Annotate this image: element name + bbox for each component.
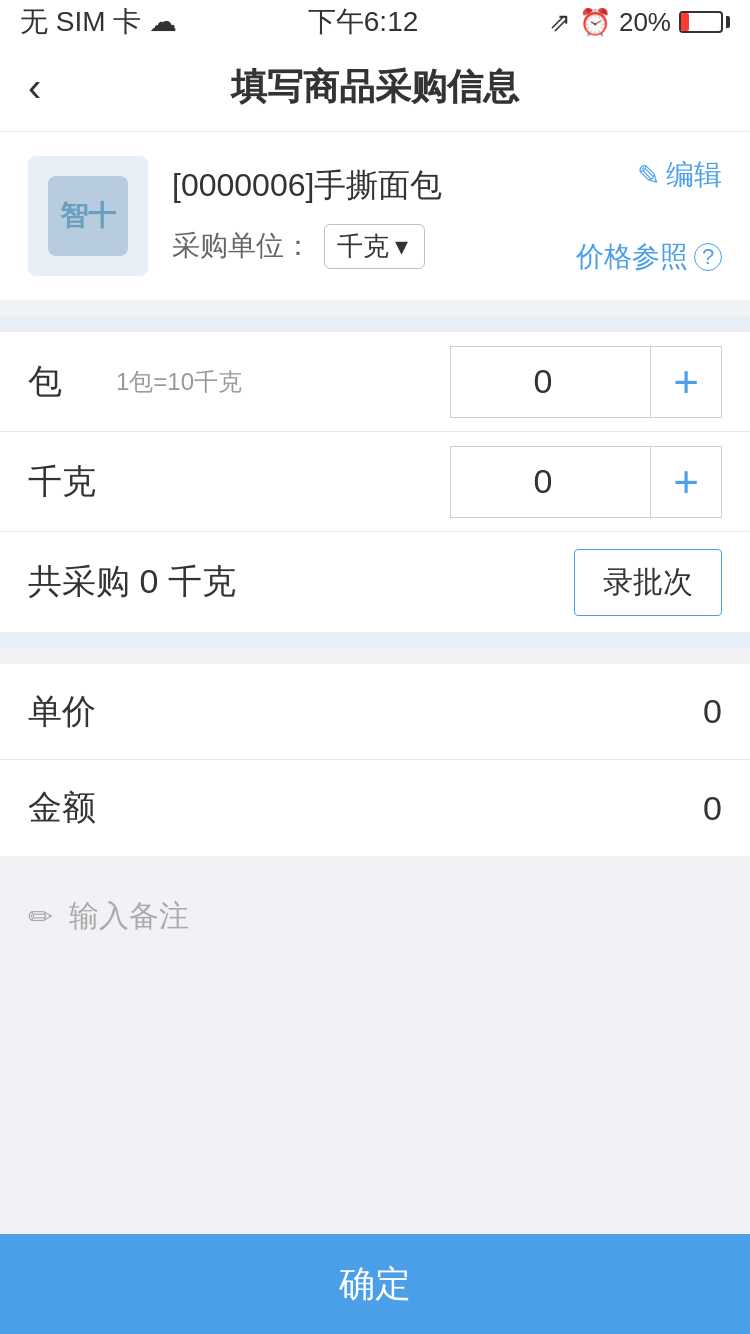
product-image: 智十: [28, 156, 148, 276]
pencil-icon: ✏: [28, 899, 53, 934]
kg-input[interactable]: [450, 446, 650, 518]
unit-select[interactable]: 千克 ▾: [324, 224, 425, 269]
unit-value: 千克: [337, 229, 389, 264]
pack-control: +: [450, 346, 722, 418]
batch-button[interactable]: 录批次: [574, 549, 722, 616]
remark-placeholder: 输入备注: [69, 896, 189, 937]
kg-plus-button[interactable]: +: [650, 446, 722, 518]
amount-row: 金额 0: [0, 760, 750, 856]
product-card: 智十 [0000006]手撕面包 采购单位： 千克 ▾ ✎ 编辑 价格参照 ?: [0, 132, 750, 300]
pack-sub: 1包=10千克: [116, 366, 450, 398]
unit-price-value: 0: [703, 692, 722, 731]
amount-label: 金额: [28, 785, 96, 831]
summary-row: 共采购 0 千克 录批次: [0, 532, 750, 632]
kg-label: 千克: [28, 459, 108, 505]
amount-value: 0: [703, 789, 722, 828]
status-time: 下午6:12: [308, 3, 419, 41]
content-spacer: [0, 961, 750, 1261]
pack-plus-button[interactable]: +: [650, 346, 722, 418]
back-button[interactable]: ‹: [28, 65, 41, 110]
pack-row: 包 1包=10千克 +: [0, 332, 750, 432]
unit-price-row: 单价 0: [0, 664, 750, 760]
edit-icon: ✎: [637, 159, 660, 192]
chevron-down-icon: ▾: [395, 231, 408, 262]
price-ref-label: 价格参照: [576, 238, 688, 276]
status-right: ⇗ ⏰ 20%: [549, 7, 730, 38]
status-left: 无 SIM 卡 ☁: [20, 3, 177, 41]
remark-section[interactable]: ✏ 输入备注: [0, 872, 750, 961]
sim-label: 无 SIM 卡 ☁: [20, 3, 177, 41]
info-icon: ?: [694, 243, 722, 271]
confirm-button[interactable]: 确定: [0, 1234, 750, 1334]
summary-text: 共采购 0 千克: [28, 559, 236, 605]
edit-label: 编辑: [666, 156, 722, 194]
price-section: 单价 0 金额 0: [0, 664, 750, 856]
nav-bar: ‹ 填写商品采购信息: [0, 44, 750, 132]
input-section: 包 1包=10千克 + 千克 +: [0, 332, 750, 532]
edit-button[interactable]: ✎ 编辑: [637, 156, 722, 194]
unit-label: 采购单位：: [172, 227, 312, 265]
product-brand-logo: 智十: [48, 176, 128, 256]
pack-input[interactable]: [450, 346, 650, 418]
location-icon: ⇗: [549, 7, 571, 38]
confirm-label: 确定: [339, 1260, 411, 1309]
section-divider-2: [0, 632, 750, 648]
kg-row: 千克 +: [0, 432, 750, 532]
page-title: 填写商品采购信息: [231, 63, 519, 112]
unit-price-label: 单价: [28, 689, 96, 735]
kg-control: +: [450, 446, 722, 518]
section-divider-1: [0, 316, 750, 332]
alarm-icon: ⏰: [579, 7, 611, 38]
price-ref-button[interactable]: 价格参照 ?: [576, 238, 722, 276]
pack-label: 包: [28, 359, 108, 405]
status-bar: 无 SIM 卡 ☁ 下午6:12 ⇗ ⏰ 20%: [0, 0, 750, 44]
battery-percent: 20%: [619, 7, 671, 38]
battery-indicator: [679, 11, 730, 33]
